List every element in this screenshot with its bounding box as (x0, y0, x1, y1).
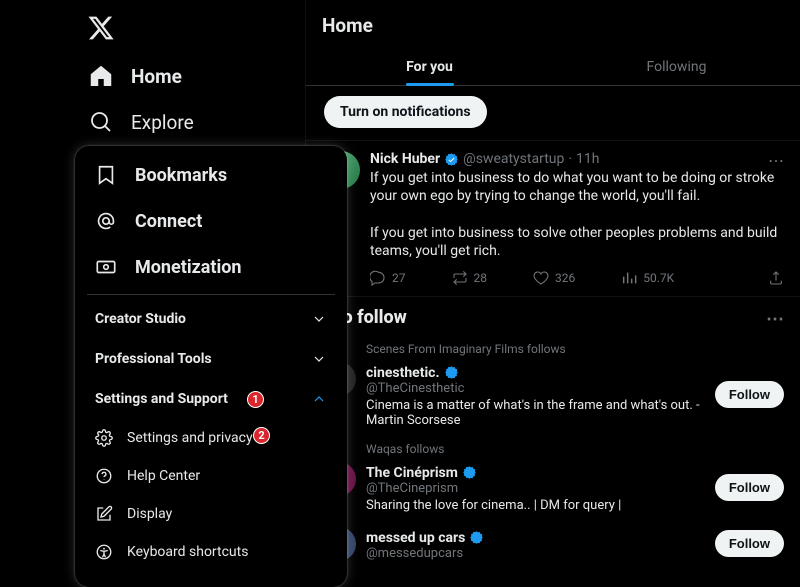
menu-connect[interactable]: Connect (75, 198, 347, 244)
menu-bookmarks[interactable]: Bookmarks (75, 152, 347, 198)
views-button[interactable]: 50.7K (621, 270, 674, 286)
suggestion-handle[interactable]: @TheCinesthetic (366, 381, 705, 396)
retweet-button[interactable]: 28 (452, 270, 488, 286)
heart-icon (533, 270, 549, 286)
gear-icon (95, 429, 113, 447)
chevron-down-icon (311, 351, 327, 367)
tweet-text: If you get into business to do what you … (370, 169, 784, 260)
reply-icon (370, 270, 386, 286)
menu-monetization[interactable]: Monetization (75, 244, 347, 290)
tweet-time[interactable]: 11h (576, 151, 599, 167)
tweet-author[interactable]: Nick Huber (370, 151, 440, 167)
verified-icon (469, 530, 484, 545)
section-more-button[interactable]: ⋯ (766, 309, 786, 330)
menu-display[interactable]: Display (75, 495, 347, 533)
follow-context: Scenes From Imaginary Films follows (306, 338, 800, 358)
follow-button[interactable]: Follow (715, 474, 784, 501)
tweet-handle[interactable]: @sweatystartup (463, 151, 564, 167)
retweet-icon (452, 270, 468, 286)
menu-monetization-label: Monetization (135, 257, 241, 278)
edit-icon (95, 505, 113, 523)
suggestion-handle[interactable]: @messedupcars (366, 546, 705, 561)
suggestion-handle[interactable]: @TheCineprism (366, 481, 705, 496)
follow-context: Waqas follows (306, 438, 800, 458)
verified-icon (462, 465, 477, 480)
follow-button[interactable]: Follow (715, 381, 784, 408)
verified-icon (444, 152, 459, 167)
chevron-up-icon (311, 391, 327, 407)
menu-creator-studio-label: Creator Studio (95, 311, 186, 327)
menu-connect-label: Connect (135, 211, 202, 232)
suggestion-name[interactable]: messed up cars (366, 530, 465, 546)
menu-settings-support[interactable]: Settings and Support 1 (75, 379, 347, 419)
bookmark-icon (95, 164, 117, 186)
suggestion-bio: Sharing the love for cinema.. | DM for q… (366, 498, 705, 513)
follow-suggestion[interactable]: messed up cars @messedupcars Follow (306, 523, 800, 571)
tab-for-you[interactable]: For you (306, 47, 553, 85)
money-icon (95, 256, 117, 278)
menu-settings-privacy-label: Settings and privacy (127, 430, 253, 446)
menu-keyboard-shortcuts[interactable]: Keyboard shortcuts (75, 533, 347, 571)
more-menu-popover: Bookmarks Connect Monetization Creator S… (75, 146, 347, 587)
nav-explore-label: Explore (131, 111, 194, 134)
suggestion-bio: Cinema is a matter of what's in the fram… (366, 398, 705, 428)
views-icon (621, 270, 637, 286)
menu-creator-studio[interactable]: Creator Studio (75, 299, 347, 339)
search-icon (89, 110, 113, 134)
like-count: 326 (555, 271, 575, 285)
at-icon (95, 210, 117, 232)
annotation-1: 1 (247, 391, 264, 408)
annotation-2: 2 (253, 427, 270, 444)
page-title: Home (306, 0, 800, 47)
help-icon (95, 467, 113, 485)
verified-icon (444, 365, 459, 380)
follow-button[interactable]: Follow (715, 530, 784, 557)
share-icon (768, 270, 784, 286)
divider (87, 294, 335, 295)
menu-keyboard-label: Keyboard shortcuts (127, 544, 248, 560)
menu-display-label: Display (127, 506, 172, 522)
home-icon (89, 64, 113, 88)
menu-help-center[interactable]: Help Center (75, 457, 347, 495)
menu-bookmarks-label: Bookmarks (135, 165, 227, 186)
dot: · (568, 151, 572, 167)
reply-button[interactable]: 27 (370, 270, 406, 286)
tweet[interactable]: Nick Huber @sweatystartup · 11h If you g… (306, 140, 800, 296)
menu-help-center-label: Help Center (127, 468, 200, 484)
menu-professional-tools[interactable]: Professional Tools (75, 339, 347, 379)
follow-suggestion[interactable]: The Cinéprism @TheCineprism Sharing the … (306, 458, 800, 523)
menu-settings-privacy[interactable]: Settings and privacy 2 (75, 419, 347, 457)
tabs: For you Following (306, 47, 800, 86)
like-button[interactable]: 326 (533, 270, 575, 286)
retweet-count: 28 (474, 271, 488, 285)
x-logo[interactable] (87, 14, 115, 42)
suggestion-name[interactable]: cinesthetic. (366, 365, 440, 381)
turn-on-notifications-button[interactable]: Turn on notifications (324, 96, 487, 128)
follow-suggestion[interactable]: cinesthetic. @TheCinesthetic Cinema is a… (306, 358, 800, 438)
suggestion-name[interactable]: The Cinéprism (366, 465, 458, 481)
chevron-down-icon (311, 311, 327, 327)
nav-home[interactable]: Home (85, 56, 243, 96)
nav-home-label: Home (131, 65, 182, 88)
menu-professional-tools-label: Professional Tools (95, 351, 212, 367)
share-button[interactable] (768, 270, 784, 286)
who-to-follow-title: o to follow ⋯ (306, 296, 800, 338)
reply-count: 27 (392, 271, 406, 285)
nav-explore[interactable]: Explore (85, 102, 243, 142)
accessibility-icon (95, 543, 113, 561)
tab-following[interactable]: Following (553, 47, 800, 85)
menu-settings-support-label: Settings and Support (95, 391, 228, 407)
tweet-more-button[interactable]: ⋯ (768, 151, 786, 170)
view-count: 50.7K (643, 271, 674, 285)
